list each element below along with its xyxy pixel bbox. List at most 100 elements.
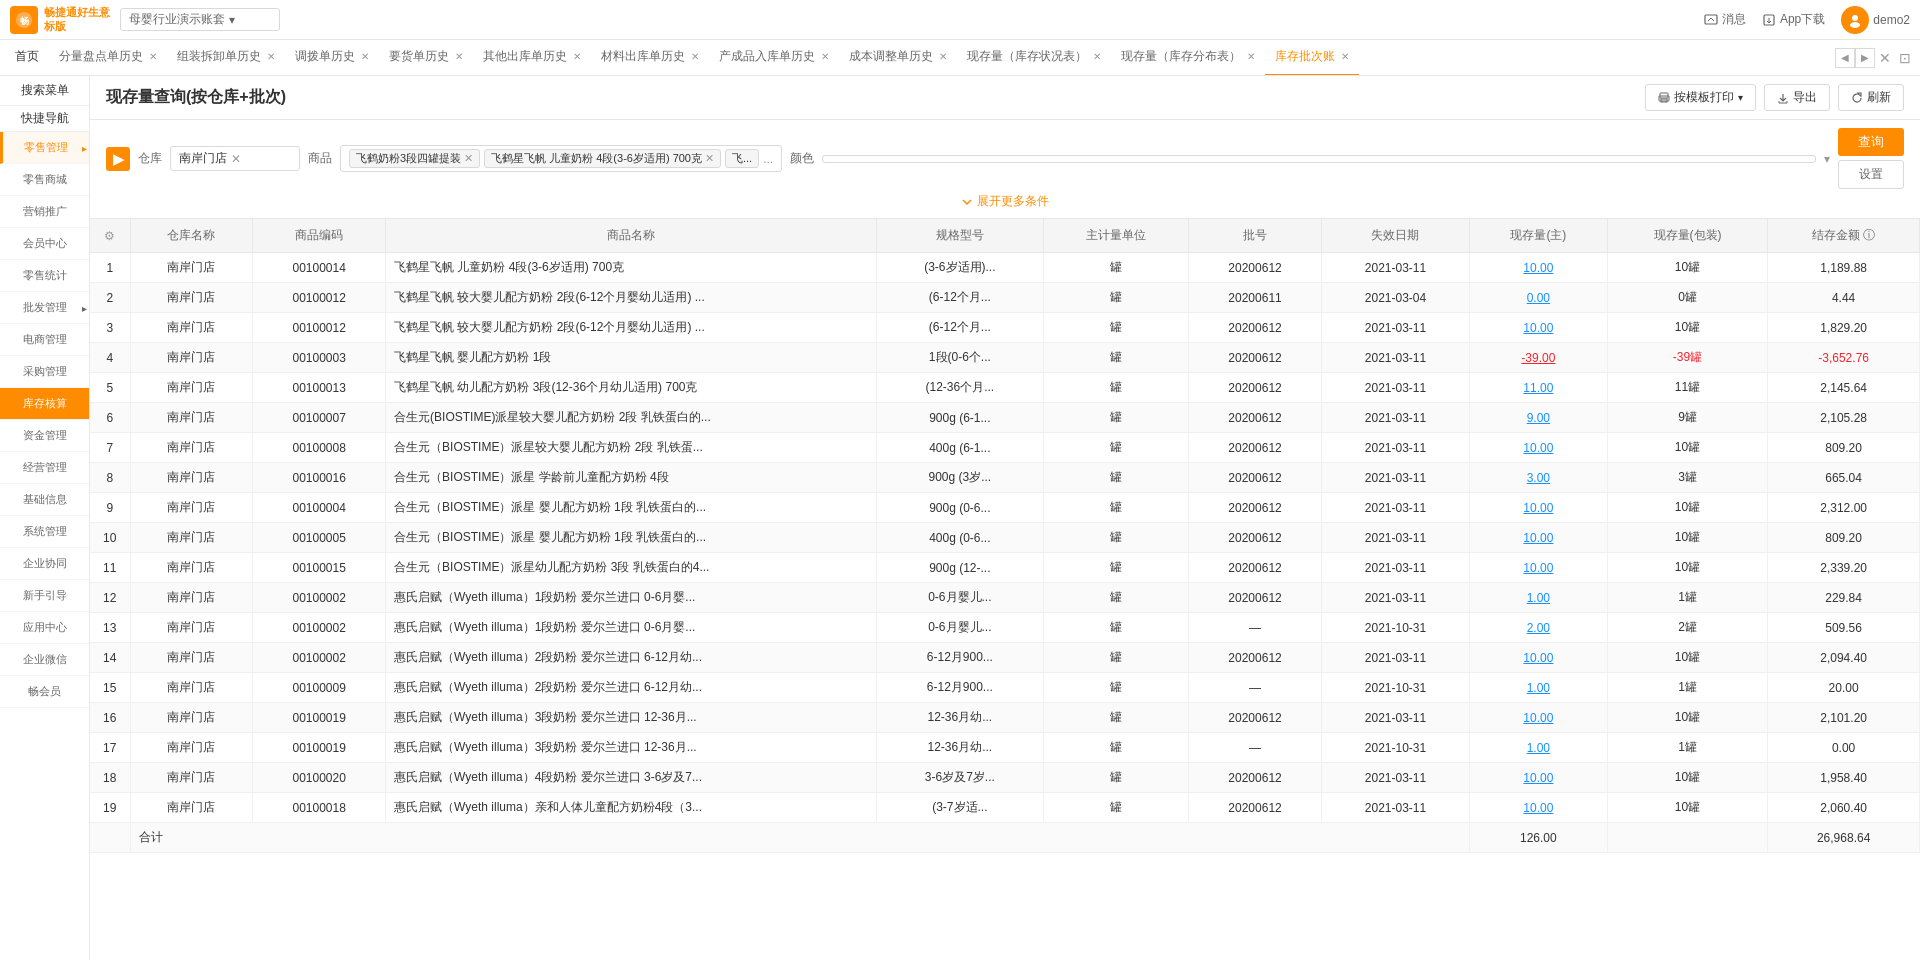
close-icon[interactable]: ✕	[573, 51, 581, 62]
tab-kucun-pici[interactable]: 库存批次账 ✕	[1265, 40, 1359, 76]
close-icon[interactable]: ✕	[1247, 51, 1255, 62]
row-qty-main[interactable]: 10.00	[1469, 703, 1607, 733]
template-print-button[interactable]: 按模板打印 ▾	[1645, 84, 1756, 111]
row-qty-main[interactable]: 1.00	[1469, 673, 1607, 703]
product-tag-2[interactable]: 飞鹤星飞帆 儿童奶粉 4段(3-6岁适用) 700克 ✕	[484, 149, 721, 168]
close-icon[interactable]: ✕	[939, 51, 947, 62]
close-icon[interactable]: ✕	[361, 51, 369, 62]
sidebar-item-retail-shop[interactable]: 零售商城	[0, 164, 89, 196]
sidebar-item-ops-mgmt[interactable]: 经营管理	[0, 452, 89, 484]
sidebar-item-inventory[interactable]: 库存核算	[0, 388, 89, 420]
row-qty-main[interactable]: 10.00	[1469, 763, 1607, 793]
sidebar-item-purchase[interactable]: 采购管理	[0, 356, 89, 388]
row-num: 7	[90, 433, 130, 463]
row-qty-main[interactable]: 1.00	[1469, 583, 1607, 613]
maximize-icon[interactable]: ⊡	[1895, 50, 1915, 66]
warehouse-input[interactable]: 南岸门店 ✕	[170, 146, 300, 171]
tab-fenpan[interactable]: 分量盘点单历史 ✕	[49, 40, 167, 76]
row-qty-main[interactable]: 10.00	[1469, 433, 1607, 463]
color-input[interactable]	[822, 155, 1816, 163]
sidebar-quick-nav[interactable]: 快捷导航	[0, 106, 89, 132]
user-profile[interactable]: demo2	[1841, 6, 1910, 34]
tab-home[interactable]: 首页	[5, 40, 49, 76]
row-warehouse: 南岸门店	[130, 463, 253, 493]
row-qty-main[interactable]: 10.00	[1469, 253, 1607, 283]
product-tag-1[interactable]: 飞鹤奶粉3段四罐提装 ✕	[349, 149, 480, 168]
sidebar-item-member[interactable]: 会员中心	[0, 228, 89, 260]
sidebar-item-finance[interactable]: 资金管理	[0, 420, 89, 452]
close-icon[interactable]: ✕	[455, 51, 463, 62]
row-qty-main[interactable]: 9.00	[1469, 403, 1607, 433]
row-qty-main[interactable]: 1.00	[1469, 733, 1607, 763]
tab-yaohuo[interactable]: 要货单历史 ✕	[379, 40, 473, 76]
messages-button[interactable]: 消息	[1704, 11, 1746, 28]
tab-xiancun-fenbu[interactable]: 现存量（库存分布表） ✕	[1111, 40, 1265, 76]
settings-button[interactable]: 设置	[1838, 160, 1904, 189]
sidebar-item-enterprise-wechat[interactable]: 企业微信	[0, 644, 89, 676]
row-qty-main[interactable]: 0.00	[1469, 283, 1607, 313]
row-amount: 1,189.88	[1768, 253, 1920, 283]
sidebar-search[interactable]: 搜索菜单	[0, 76, 89, 106]
sidebar-item-membership[interactable]: 畅会员	[0, 676, 89, 708]
row-qty-main[interactable]: 3.00	[1469, 463, 1607, 493]
warehouse-clear-icon[interactable]: ✕	[231, 152, 241, 166]
row-qty-main[interactable]: 10.00	[1469, 313, 1607, 343]
tab-cailiao[interactable]: 材料出库单历史 ✕	[591, 40, 709, 76]
tab-xiancun-kucun[interactable]: 现存量（库存状况表） ✕	[957, 40, 1111, 76]
tab-diaobo[interactable]: 调拨单历史 ✕	[285, 40, 379, 76]
tag-close-icon[interactable]: ✕	[705, 152, 714, 165]
query-button[interactable]: 查询	[1838, 128, 1904, 156]
row-qty-main[interactable]: 10.00	[1469, 643, 1607, 673]
sidebar-item-app-center[interactable]: 应用中心	[0, 612, 89, 644]
close-icon[interactable]: ✕	[149, 51, 157, 62]
row-qty-main[interactable]: 2.00	[1469, 613, 1607, 643]
row-qty-main[interactable]: -39.00	[1469, 343, 1607, 373]
product-tag-3[interactable]: 飞...	[725, 149, 759, 168]
col-unit: 主计量单位	[1043, 219, 1188, 253]
tag-close-icon[interactable]: ✕	[464, 152, 473, 165]
row-qty-main[interactable]: 10.00	[1469, 523, 1607, 553]
tab-chanpin[interactable]: 产成品入库单历史 ✕	[709, 40, 839, 76]
sidebar-item-ecommerce[interactable]: 电商管理	[0, 324, 89, 356]
row-warehouse: 南岸门店	[130, 553, 253, 583]
col-settings[interactable]: ⚙	[90, 219, 130, 253]
close-icon[interactable]: ✕	[1341, 51, 1349, 62]
sidebar-item-wholesale[interactable]: 批发管理 ▸	[0, 292, 89, 324]
close-icon[interactable]: ✕	[1093, 51, 1101, 62]
row-qty-main[interactable]: 11.00	[1469, 373, 1607, 403]
row-qty-main[interactable]: 10.00	[1469, 793, 1607, 823]
expand-conditions-button[interactable]: 展开更多条件	[106, 193, 1904, 210]
sidebar-item-marketing[interactable]: 营销推广	[0, 196, 89, 228]
close-icon[interactable]: ✕	[267, 51, 275, 62]
tab-chengben[interactable]: 成本调整单历史 ✕	[839, 40, 957, 76]
row-code: 00100002	[253, 613, 386, 643]
tab-prev-arrow[interactable]: ◀	[1835, 48, 1855, 68]
refresh-button[interactable]: 刷新	[1838, 84, 1904, 111]
color-dropdown-icon[interactable]: ▾	[1824, 152, 1830, 166]
company-selector[interactable]: 母婴行业演示账套 ▾	[120, 8, 280, 31]
product-input[interactable]: 飞鹤奶粉3段四罐提装 ✕ 飞鹤星飞帆 儿童奶粉 4段(3-6岁适用) 700克 …	[340, 145, 782, 172]
tab-next-arrow[interactable]: ▶	[1855, 48, 1875, 68]
export-button[interactable]: 导出	[1764, 84, 1830, 111]
row-expire: 2021-03-11	[1321, 553, 1469, 583]
settings-icon[interactable]: ⚙	[104, 229, 115, 243]
sidebar-item-corp-collab[interactable]: 企业协同	[0, 548, 89, 580]
row-qty-main[interactable]: 10.00	[1469, 553, 1607, 583]
sidebar-item-retail-mgmt[interactable]: 零售管理 ▸	[0, 132, 89, 164]
row-num: 17	[90, 733, 130, 763]
tab-zuzhuan[interactable]: 组装拆卸单历史 ✕	[167, 40, 285, 76]
app-download-button[interactable]: App下载	[1762, 11, 1825, 28]
row-num: 14	[90, 643, 130, 673]
row-qty-main[interactable]: 10.00	[1469, 493, 1607, 523]
close-all-tabs[interactable]: ✕	[1875, 50, 1895, 66]
sidebar-item-basics[interactable]: 基础信息	[0, 484, 89, 516]
sidebar-item-system[interactable]: 系统管理	[0, 516, 89, 548]
sidebar-item-new-guide[interactable]: 新手引导	[0, 580, 89, 612]
close-icon[interactable]: ✕	[821, 51, 829, 62]
tab-qitachuku[interactable]: 其他出库单历史 ✕	[473, 40, 591, 76]
row-amount: 4.44	[1768, 283, 1920, 313]
close-icon[interactable]: ✕	[691, 51, 699, 62]
product-more-icon[interactable]: ...	[763, 152, 773, 166]
sidebar-item-retail-stats[interactable]: 零售统计	[0, 260, 89, 292]
filter-collapse-button[interactable]: ▶	[106, 147, 130, 171]
